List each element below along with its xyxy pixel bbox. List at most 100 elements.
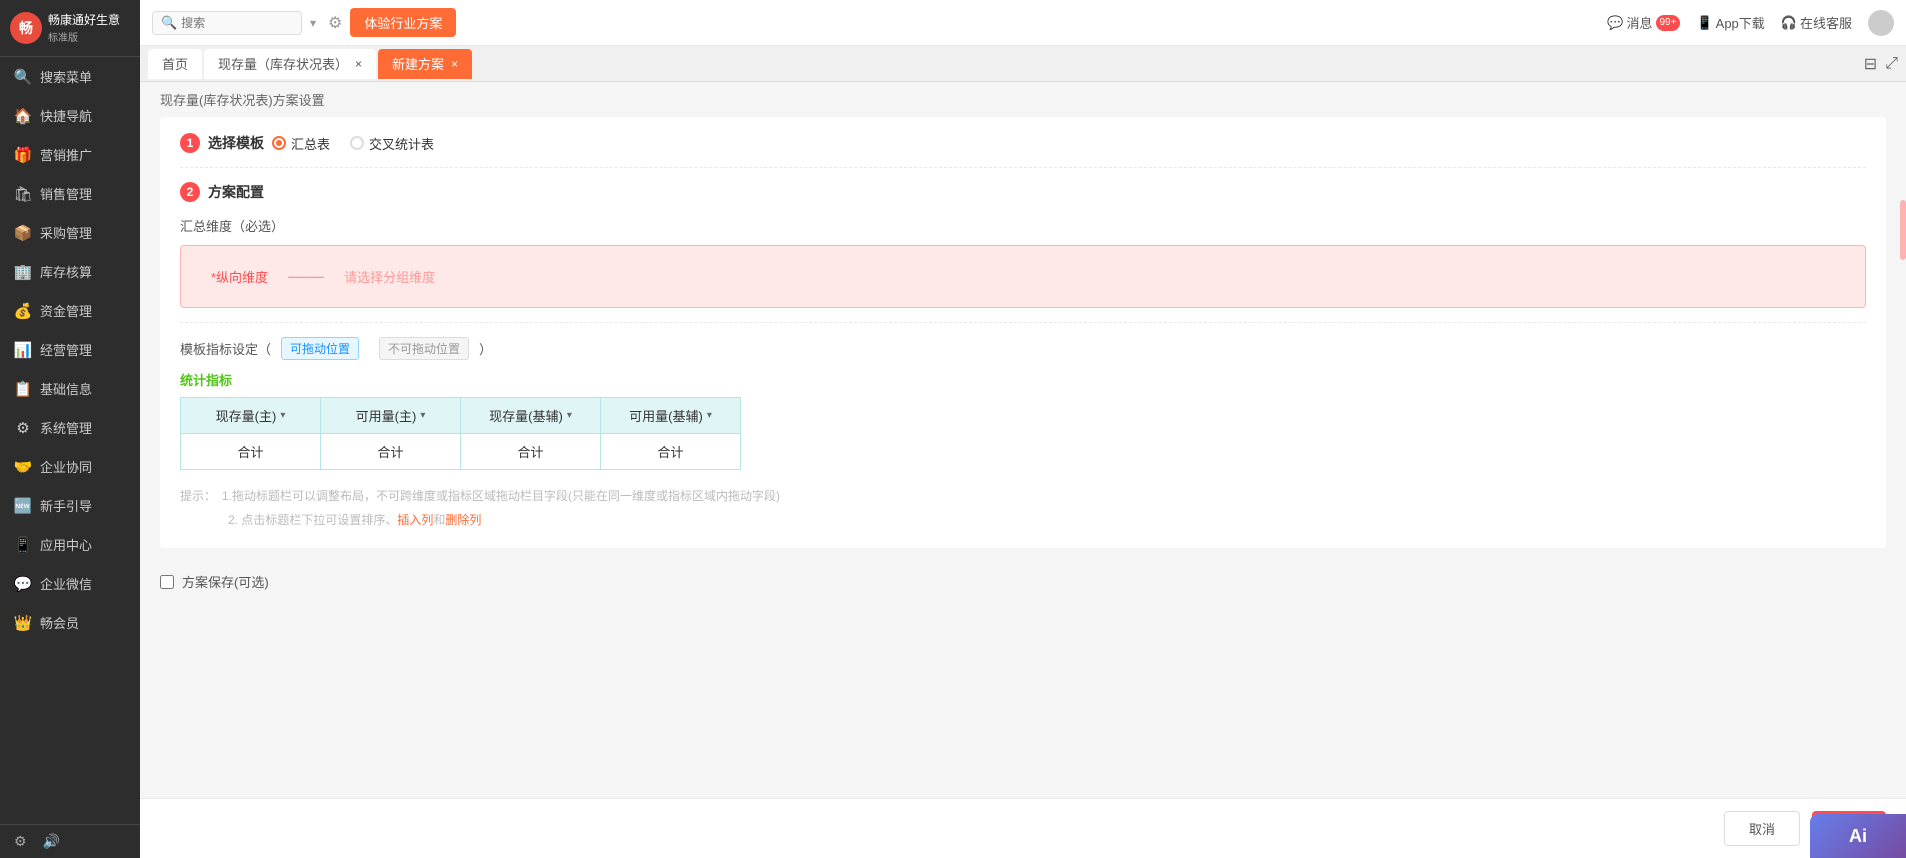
phone-icon: 📱 xyxy=(1696,15,1712,31)
tab-inventory-label: 现存量（库存状况表） xyxy=(218,54,348,73)
sidebar-icon-basic: 📋 xyxy=(14,380,32,398)
col-dropdown-col1[interactable]: 现存量(主) ▾ xyxy=(216,406,286,425)
sidebar-icon-search-menu: 🔍 xyxy=(14,68,32,86)
app-download-button[interactable]: 📱 App下载 xyxy=(1696,13,1764,32)
col-dropdown-col4[interactable]: 可用量(基辅) ▾ xyxy=(629,406,712,425)
footer-actions: 取消 查询 xyxy=(140,798,1906,858)
sidebar-item-corp[interactable]: 🤝企业协同 xyxy=(0,447,140,486)
tab-inventory-close-icon[interactable]: × xyxy=(355,57,362,71)
tips-text: 提示： 1.拖动标题栏可以调整布局，不可跨维度或指标区域拖动栏目字段(只能在同一… xyxy=(180,484,1866,532)
message-badge: 99+ xyxy=(1656,15,1681,31)
col-chevron-col4: ▾ xyxy=(707,410,712,421)
col-cell-col4: 合计 xyxy=(601,434,741,470)
sidebar-label-corp: 企业协同 xyxy=(40,457,92,476)
sidebar-item-inventory[interactable]: 🏢 库存核算 xyxy=(0,252,140,291)
tab-home-label: 首页 xyxy=(162,54,188,73)
table-body-row: 合计合计合计合计 xyxy=(181,434,741,470)
col-label-col1: 现存量(主) xyxy=(216,406,277,425)
sidebar-icon-inventory: 🏢 xyxy=(14,263,32,281)
search-input[interactable] xyxy=(181,16,281,30)
sidebar-item-sales[interactable]: 🛍销售管理 xyxy=(0,174,140,213)
sidebar-item-member[interactable]: 👑畅会员 xyxy=(0,603,140,642)
tips-insert-link[interactable]: 插入列 xyxy=(397,513,433,527)
col-cell-col1: 合计 xyxy=(181,434,321,470)
tips-delete-link[interactable]: 删除列 xyxy=(445,513,481,527)
badge-fixed: 不可拖动位置 xyxy=(379,337,469,360)
sidebar-label-finance: 资金管理 xyxy=(40,301,92,320)
dimension-dash: —— xyxy=(288,266,324,287)
online-service-button[interactable]: 🎧 在线客服 xyxy=(1781,13,1852,32)
user-avatar[interactable] xyxy=(1868,10,1894,36)
sidebar-item-purchase[interactable]: 📦采购管理 xyxy=(0,213,140,252)
sidebar-item-system[interactable]: ⚙系统管理 xyxy=(0,408,140,447)
badge-draggable: 可拖动位置 xyxy=(281,337,359,360)
search-dropdown-icon[interactable]: ▾ xyxy=(310,16,316,30)
cancel-button[interactable]: 取消 xyxy=(1724,811,1800,846)
tab-home[interactable]: 首页 xyxy=(148,49,202,79)
sidebar-label-sales: 销售管理 xyxy=(40,184,92,203)
tabs-right-actions: ⊟ ⤢ xyxy=(1864,54,1898,74)
tab-new-plan[interactable]: 新建方案 × xyxy=(378,49,472,79)
sidebar-item-basic[interactable]: 📋基础信息 xyxy=(0,369,140,408)
dimension-placeholder: 请选择分组维度 xyxy=(344,267,435,286)
col-cell-col3: 合计 xyxy=(461,434,601,470)
col-header-col4[interactable]: 可用量(基辅) ▾ xyxy=(601,398,741,434)
col-label-col2: 可用量(主) xyxy=(356,406,417,425)
stats-section-label: 统计指标 xyxy=(180,370,1866,389)
tab-new-plan-close-icon[interactable]: × xyxy=(451,57,458,71)
ai-label: Ai xyxy=(1849,826,1867,847)
sidebar-item-finance[interactable]: 💰 资金管理 xyxy=(0,291,140,330)
tab-expand-icon[interactable]: ⤢ xyxy=(1885,55,1898,73)
content-area: 现存量(库存状况表)方案设置 1 选择模板 汇总表 交叉统计表 xyxy=(140,82,1906,798)
col-cell-col2: 合计 xyxy=(321,434,461,470)
col-header-col1[interactable]: 现存量(主) ▾ xyxy=(181,398,321,434)
sidebar-item-guide[interactable]: 🆕新手引导 xyxy=(0,486,140,525)
col-label-col3: 现存量(基辅) xyxy=(489,406,563,425)
section2-num: 2 xyxy=(180,182,200,202)
tab-new-plan-label: 新建方案 xyxy=(392,54,444,73)
ai-float-button[interactable]: Ai xyxy=(1810,814,1906,858)
search-box[interactable]: 🔍 xyxy=(152,11,302,35)
tab-minimize-icon[interactable]: ⊟ xyxy=(1864,54,1877,74)
dimension-field-label: 汇总维度（必选） xyxy=(180,216,1866,235)
gear-icon[interactable]: ⚙ xyxy=(328,13,342,33)
radio-cross-dot xyxy=(350,136,364,150)
sidebar-label-search-menu: 搜索菜单 xyxy=(40,67,92,86)
sidebar-label-system: 系统管理 xyxy=(40,418,92,437)
tips-section: 提示： 1.拖动标题栏可以调整布局，不可跨维度或指标区域拖动栏目字段(只能在同一… xyxy=(180,484,1866,532)
scrollbar-thumb[interactable] xyxy=(1900,200,1906,260)
main-panel: 1 选择模板 汇总表 交叉统计表 2 方案配置 xyxy=(160,117,1886,548)
sidebar-item-marketing[interactable]: 🎁营销推广 xyxy=(0,135,140,174)
indicator-section: 模板指标设定（ 可拖动位置 不可拖动位置 ） 统计指标 现存量(主) ▾可用量(… xyxy=(180,337,1866,470)
sidebar-item-wechat[interactable]: 💬企业微信 xyxy=(0,564,140,603)
radio-cross[interactable]: 交叉统计表 xyxy=(350,134,434,153)
sidebar-icon-finance: 💰 xyxy=(14,302,32,320)
col-chevron-col1: ▾ xyxy=(280,410,285,421)
save-section: 方案保存(可选) xyxy=(140,560,1906,603)
trial-button[interactable]: 体验行业方案 xyxy=(350,8,456,37)
sidebar-icon-marketing: 🎁 xyxy=(14,146,32,164)
sidebar-label-inventory: 库存核算 xyxy=(40,262,92,281)
save-checkbox[interactable] xyxy=(160,575,174,589)
col-dropdown-col2[interactable]: 可用量(主) ▾ xyxy=(356,406,426,425)
sidebar-item-quick-nav[interactable]: 🏠快捷导航 xyxy=(0,96,140,135)
sidebar-icon-quick-nav: 🏠 xyxy=(14,107,32,125)
tab-inventory-status[interactable]: 现存量（库存状况表） × xyxy=(204,49,376,79)
section1-title: 选择模板 xyxy=(208,133,264,153)
col-chevron-col2: ▾ xyxy=(420,410,425,421)
col-header-col3[interactable]: 现存量(基辅) ▾ xyxy=(461,398,601,434)
sidebar-item-search-menu[interactable]: 🔍 搜索菜单 xyxy=(0,57,140,96)
radio-summary-dot xyxy=(272,136,286,150)
main-area: 🔍 ▾ ⚙ 体验行业方案 💬 消息 99+ 📱 App下载 🎧 在线客服 xyxy=(140,0,1906,858)
radio-summary[interactable]: 汇总表 xyxy=(272,134,330,153)
sidebar-item-apps[interactable]: 📱应用中心 xyxy=(0,525,140,564)
sidebar-item-operations[interactable]: 📊经营管理 xyxy=(0,330,140,369)
speaker-icon[interactable]: 🔊 xyxy=(43,833,60,850)
stats-table: 现存量(主) ▾可用量(主) ▾现存量(基辅) ▾可用量(基辅) ▾ 合计合计合… xyxy=(180,397,741,470)
table-header-row: 现存量(主) ▾可用量(主) ▾现存量(基辅) ▾可用量(基辅) ▾ xyxy=(181,398,741,434)
settings-icon[interactable]: ⚙ xyxy=(14,833,27,850)
col-dropdown-col3[interactable]: 现存量(基辅) ▾ xyxy=(489,406,572,425)
col-header-col2[interactable]: 可用量(主) ▾ xyxy=(321,398,461,434)
dimension-box[interactable]: *纵向维度 —— 请选择分组维度 xyxy=(180,245,1866,308)
message-button[interactable]: 💬 消息 99+ xyxy=(1607,13,1680,32)
